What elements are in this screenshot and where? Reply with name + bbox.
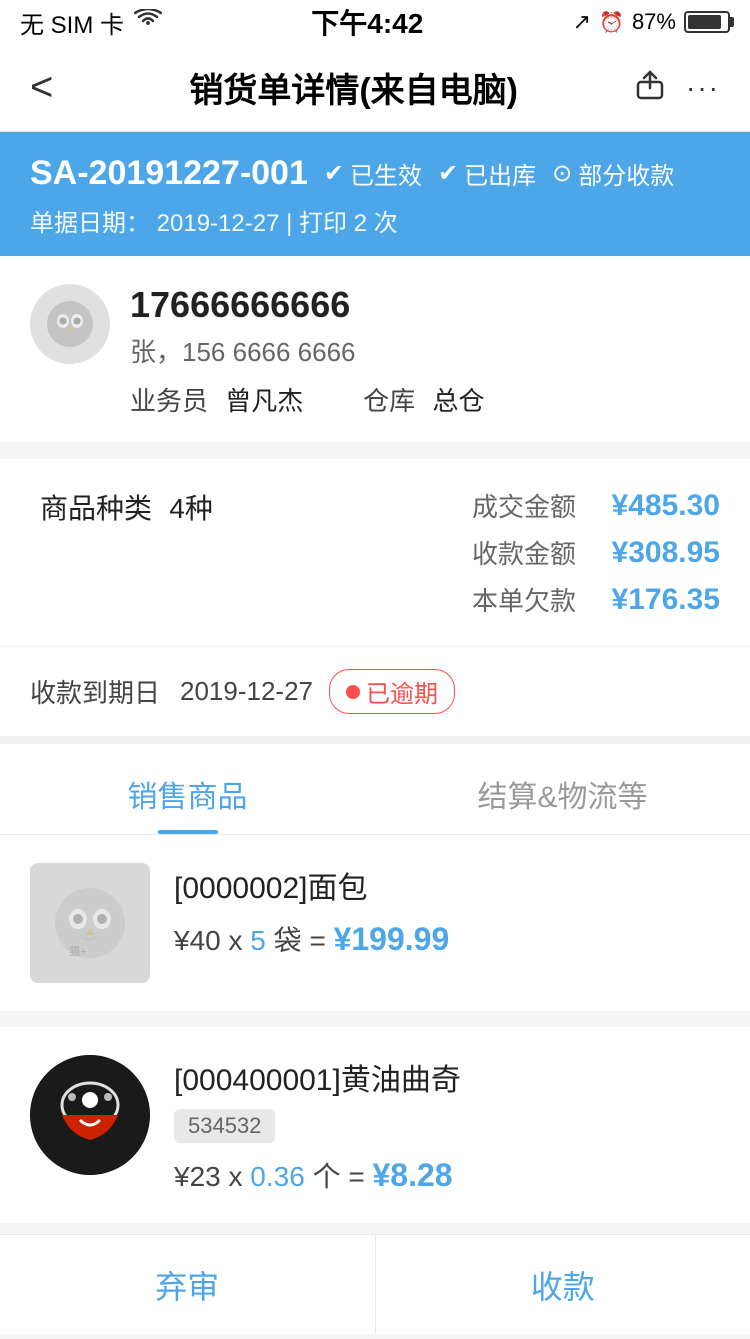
time-label: 下午4:42 xyxy=(311,2,423,42)
customer-name: 张，156 6666 6666 xyxy=(130,332,720,369)
location-icon: ↗ xyxy=(573,9,591,35)
battery-label: 87% xyxy=(632,9,676,35)
product-image-1: 猫+ xyxy=(30,863,150,983)
header-band-top: SA-20191227-001 ✔ 已生效 ✔ 已出库 ⊙ 部分收款 xyxy=(30,154,720,193)
confirm-button[interactable]: 收款 xyxy=(376,1235,750,1334)
product-name-2: [000400001]黄油曲奇 xyxy=(174,1055,720,1099)
customer-section: 17666666666 张，156 6666 6666 业务员 曾凡杰 仓库 总… xyxy=(0,256,750,443)
header-band-bottom: 单据日期： 2019-12-27 | 打印 2 次 xyxy=(30,203,720,238)
more-icon[interactable]: ··· xyxy=(686,72,720,104)
carrier-label: 无 SIM 卡 xyxy=(20,5,124,40)
status-badge-2: ✔ 已出库 xyxy=(438,156,536,191)
product-info-1: [0000002]面包 ¥40 x 5 袋 = ¥199.99 xyxy=(174,863,720,959)
product-item-1: 猫+ [0000002]面包 ¥40 x 5 袋 = ¥199.99 xyxy=(0,835,750,1011)
battery-fill xyxy=(688,15,721,29)
customer-info: 17666666666 张，156 6666 6666 业务员 曾凡杰 仓库 总… xyxy=(130,284,720,418)
order-number: SA-20191227-001 xyxy=(30,154,308,193)
back-button[interactable]: < xyxy=(30,65,73,110)
product-list: 猫+ [0000002]面包 ¥40 x 5 袋 = ¥199.99 xyxy=(0,835,750,1223)
nav-icons: ··· xyxy=(634,68,720,108)
avatar xyxy=(30,284,110,364)
summary-left: 商品种类 4种 xyxy=(30,487,213,527)
sales-meta: 业务员 曾凡杰 xyxy=(130,381,303,418)
tab-settlement[interactable]: 结算&物流等 xyxy=(375,744,750,834)
alarm-icon: ⏰ xyxy=(599,10,624,35)
product-price-1: ¥40 x 5 袋 = ¥199.99 xyxy=(174,919,720,959)
tab-sales-products[interactable]: 销售商品 xyxy=(0,744,375,834)
page-title: 销货单详情(来自电脑) xyxy=(189,63,518,112)
summary-section: 商品种类 4种 成交金额 ¥485.30 收款金额 ¥308.95 本单欠款 ¥… xyxy=(0,459,750,647)
summary-right: 成交金额 ¥485.30 收款金额 ¥308.95 本单欠款 ¥176.35 xyxy=(472,487,720,618)
overdue-badge: 已逾期 xyxy=(329,669,455,714)
nav-bar: < 销货单详情(来自电脑) ··· xyxy=(0,44,750,132)
wifi-icon xyxy=(134,8,162,36)
header-band: SA-20191227-001 ✔ 已生效 ✔ 已出库 ⊙ 部分收款 单据日期：… xyxy=(0,132,750,256)
status-right: ↗ ⏰ 87% xyxy=(573,9,730,35)
product-image-2 xyxy=(30,1055,150,1175)
cancel-button[interactable]: 弃审 xyxy=(0,1235,376,1334)
overdue-dot-icon xyxy=(346,685,360,699)
status-left: 无 SIM 卡 xyxy=(20,5,162,40)
product-info-2: [000400001]黄油曲奇 534532 ¥23 x 0.36 个 = ¥8… xyxy=(174,1055,720,1195)
svg-text:猫+: 猫+ xyxy=(69,945,86,958)
status-badge-3: ⊙ 部分收款 xyxy=(552,156,674,191)
customer-meta: 业务员 曾凡杰 仓库 总仓 xyxy=(130,381,720,418)
battery-indicator xyxy=(684,11,730,33)
clock-icon: ⊙ xyxy=(552,159,572,188)
product-price-2: ¥23 x 0.36 个 = ¥8.28 xyxy=(174,1155,720,1195)
status-bar: 无 SIM 卡 下午4:42 ↗ ⏰ 87% xyxy=(0,0,750,44)
owed-row: 本单欠款 ¥176.35 xyxy=(472,581,720,618)
product-item-2: [000400001]黄油曲奇 534532 ¥23 x 0.36 个 = ¥8… xyxy=(0,1027,750,1223)
due-section: 收款到期日 2019-12-27 已逾期 xyxy=(0,647,750,744)
tab-bar: 销售商品 结算&物流等 xyxy=(0,744,750,835)
deal-row: 成交金额 ¥485.30 xyxy=(472,487,720,524)
product-name-1: [0000002]面包 xyxy=(174,863,720,907)
received-row: 收款金额 ¥308.95 xyxy=(472,534,720,571)
share-icon[interactable] xyxy=(634,68,666,108)
product-sku-2: 534532 xyxy=(174,1109,275,1143)
check-icon-2: ✔ xyxy=(438,159,458,188)
status-badge-1: ✔ 已生效 xyxy=(324,156,422,191)
customer-phone: 17666666666 xyxy=(130,284,720,326)
warehouse-meta: 仓库 总仓 xyxy=(363,381,484,418)
check-icon-1: ✔ xyxy=(324,159,344,188)
bottom-bar: 弃审 收款 xyxy=(0,1234,750,1334)
